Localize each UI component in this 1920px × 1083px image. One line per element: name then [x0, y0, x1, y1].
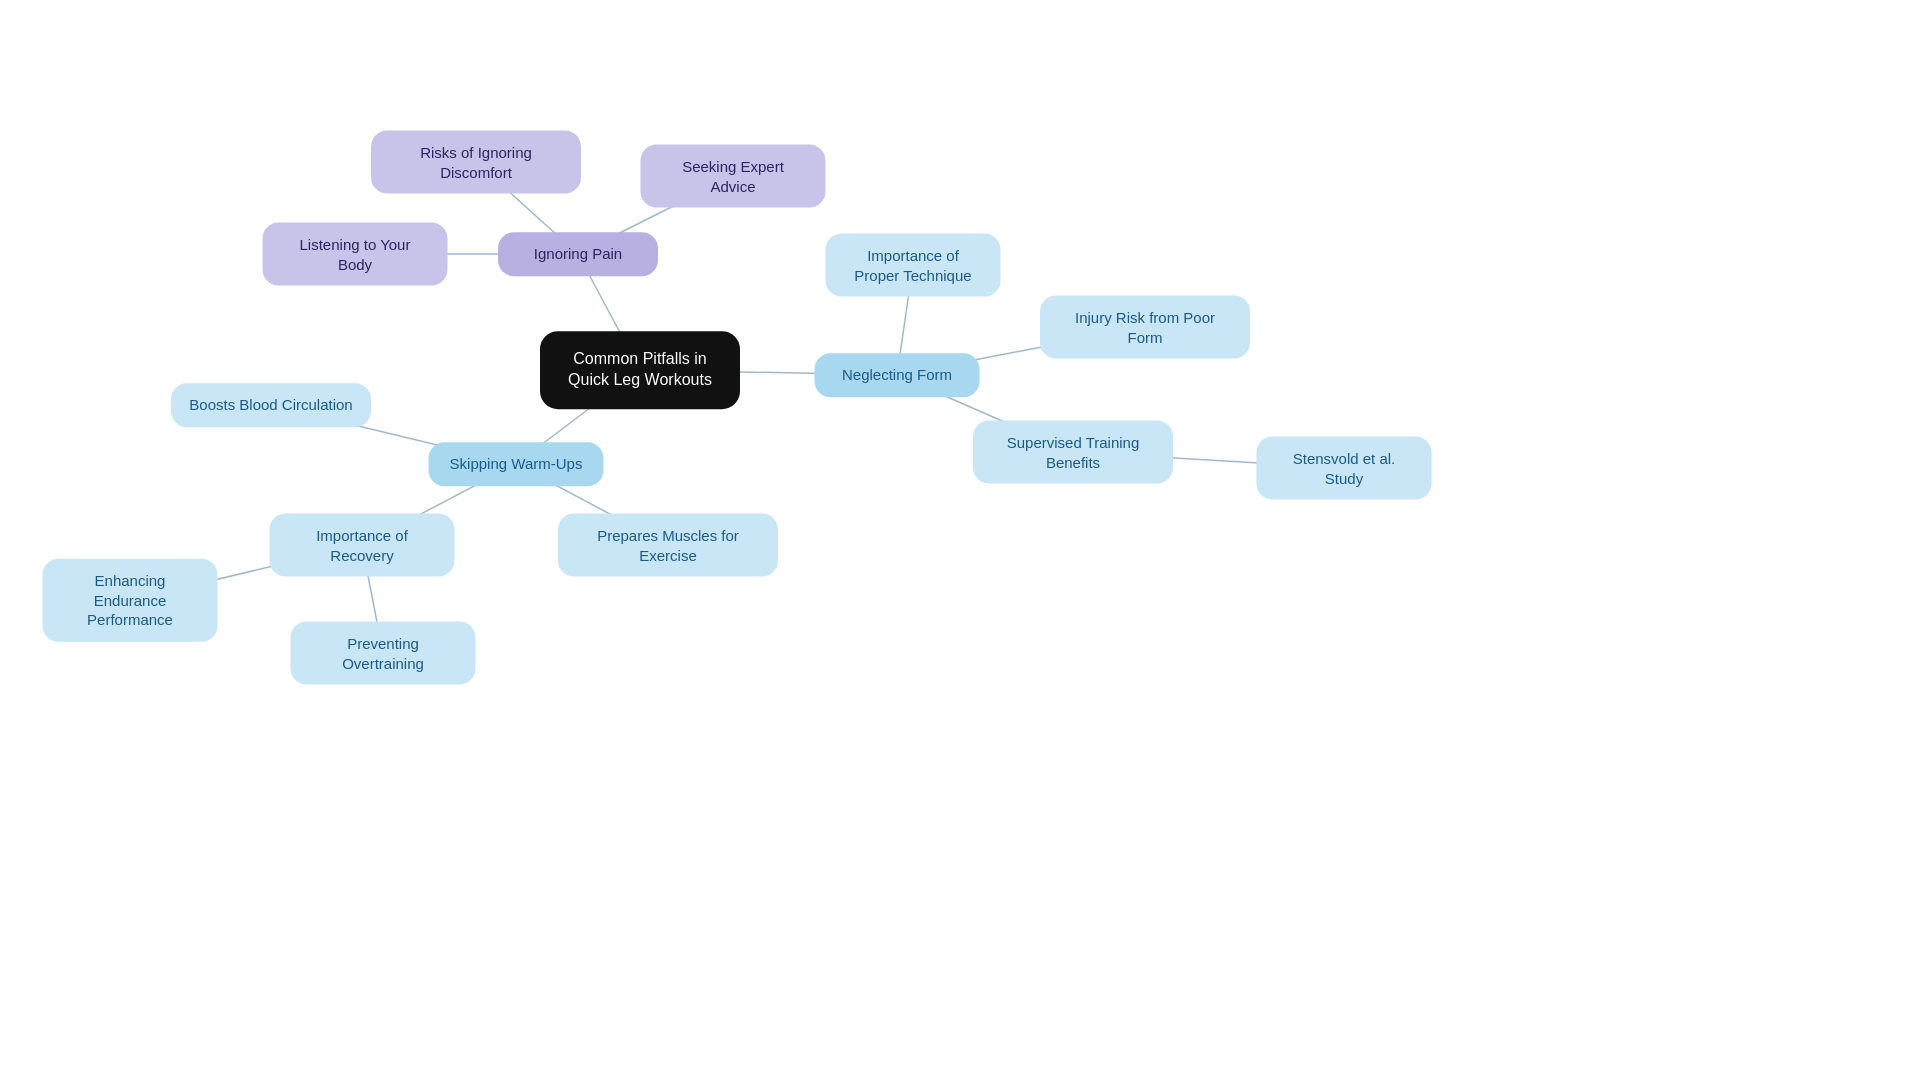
skipping-warmups-node[interactable]: Skipping Warm-Ups [429, 442, 604, 486]
ignoring-pain-node[interactable]: Ignoring Pain [498, 232, 658, 276]
neglecting-form-node[interactable]: Neglecting Form [815, 353, 980, 397]
stensvold-node[interactable]: Stensvold et al. Study [1257, 437, 1432, 500]
center-node[interactable]: Common Pitfalls in Quick Leg Workouts [540, 331, 740, 409]
risks-discomfort-node[interactable]: Risks of Ignoring Discomfort [371, 131, 581, 194]
importance-technique-node[interactable]: Importance of Proper Technique [826, 234, 1001, 297]
supervised-training-node[interactable]: Supervised Training Benefits [973, 421, 1173, 484]
preventing-overtraining-node[interactable]: Preventing Overtraining [291, 622, 476, 685]
importance-recovery-node[interactable]: Importance of Recovery [270, 514, 455, 577]
boosts-circulation-node[interactable]: Boosts Blood Circulation [171, 383, 371, 427]
mindmap-container: Common Pitfalls in Quick Leg Workouts Ign… [0, 0, 1920, 1083]
enhancing-endurance-node[interactable]: Enhancing Endurance Performance [43, 559, 218, 642]
listening-body-node[interactable]: Listening to Your Body [263, 223, 448, 286]
prepares-muscles-node[interactable]: Prepares Muscles for Exercise [558, 514, 778, 577]
seeking-expert-node[interactable]: Seeking Expert Advice [641, 145, 826, 208]
injury-risk-node[interactable]: Injury Risk from Poor Form [1040, 296, 1250, 359]
